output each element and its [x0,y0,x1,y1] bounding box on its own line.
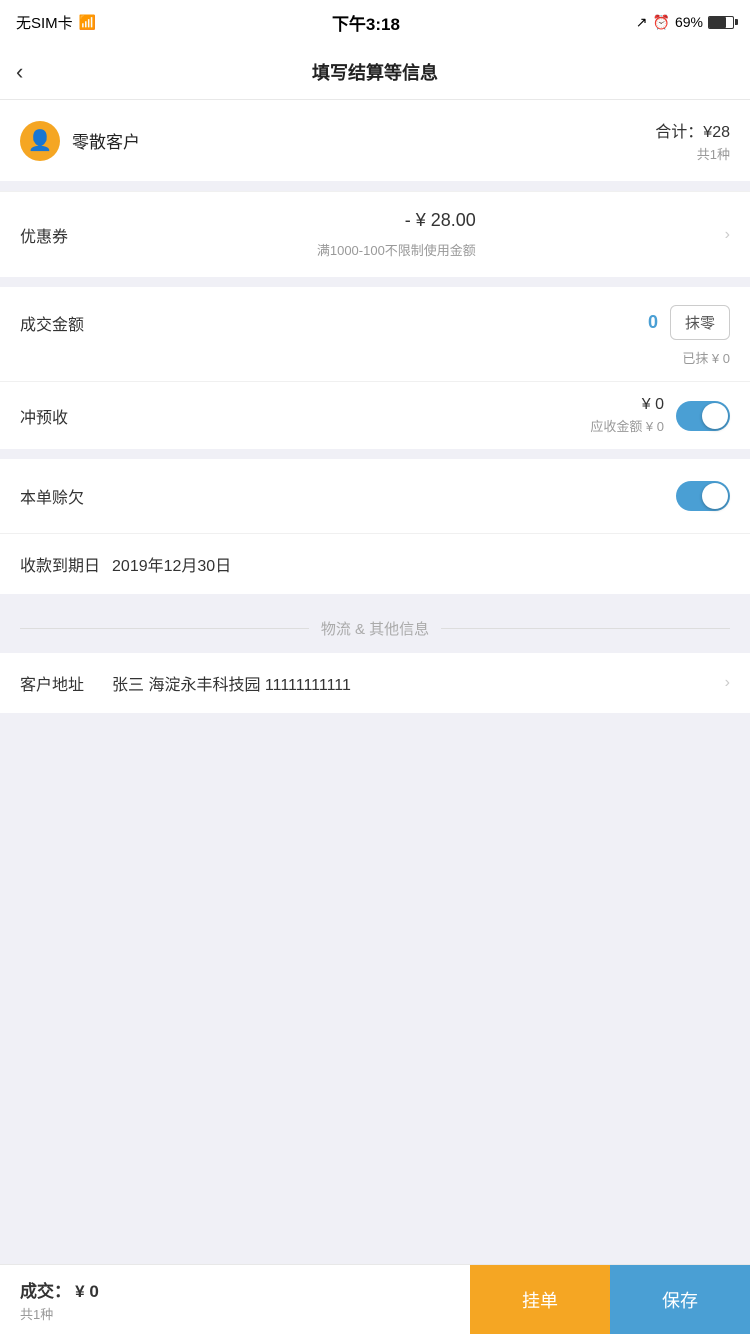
coupon-label: 优惠券 [20,223,68,247]
due-date-row: 收款到期日 2019年12月30日 [0,533,750,594]
logistics-header: 物流 & 其他信息 [0,604,750,653]
address-row[interactable]: 客户地址 张三 海淀永丰科技园 11111111111 › [0,653,750,713]
wifi-icon: 📶 [79,14,96,31]
customer-count: 共1种 [655,144,730,163]
nav-bar: ‹ 填写结算等信息 [0,44,750,100]
bottom-bar: 成交： ¥ 0 共1种 挂单 保存 [0,1264,750,1334]
page-title: 填写结算等信息 [312,59,438,85]
prepay-toggle[interactable] [676,401,730,431]
due-date-value: 2019年12月30日 [112,552,231,576]
battery-percent: 69% [675,14,703,30]
customer-left: 👤 零散客户 [20,121,140,161]
status-time: 下午3:18 [332,10,400,35]
coupon-right: - ¥ 28.00 满1000-100不限制使用金额 [317,210,476,259]
customer-name: 零散客户 [72,128,140,153]
status-left: 无SIM卡 📶 [16,12,96,33]
back-button[interactable]: ‹ [16,59,23,85]
customer-total: 合计：¥28 [655,118,730,142]
transaction-value: 0 [648,312,658,333]
already-deducted: 已抹 ¥ 0 [0,348,750,381]
status-right: ↗ ⏰ 69% [636,14,734,31]
transaction-row: 成交金额 0 抹零 [0,287,750,348]
prepay-amount: ¥ 0 [590,396,664,414]
address-label: 客户地址 [20,671,100,695]
avatar-icon: 👤 [28,128,53,153]
logistics-label: 物流 & 其他信息 [321,618,429,639]
content: 👤 零散客户 合计：¥28 共1种 优惠券 - ¥ 28.00 满1000-10… [0,100,750,803]
coupon-discount: - ¥ 28.00 [405,210,476,231]
customer-section: 👤 零散客户 合计：¥28 共1种 [0,100,750,181]
due-date-label: 收款到期日 [20,552,100,576]
coupon-row[interactable]: 优惠券 - ¥ 28.00 满1000-100不限制使用金额 › [0,191,750,277]
save-button[interactable]: 保存 [610,1265,750,1334]
deal-amount: ¥ 0 [75,1282,99,1301]
prepay-label: 冲预收 [20,404,68,428]
address-value: 张三 海淀永丰科技园 11111111111 [112,671,725,695]
debit-row: 本单赊欠 [0,459,750,533]
location-icon: ↗ [636,14,648,31]
debit-label: 本单赊欠 [20,484,84,508]
customer-avatar: 👤 [20,121,60,161]
prepay-receivable: 应收金额 ¥ 0 [590,416,664,435]
deal-label: 成交： [20,1282,71,1301]
prepay-right: ¥ 0 应收金额 ¥ 0 [590,396,730,435]
coupon-chevron-icon: › [725,226,730,244]
transaction-label: 成交金额 [20,311,84,335]
customer-row: 👤 零散客户 合计：¥28 共1种 [0,100,750,181]
address-section: 客户地址 张三 海淀永丰科技园 11111111111 › [0,653,750,713]
debit-toggle-knob [702,483,728,509]
battery-icon [708,16,734,29]
coupon-section: 优惠券 - ¥ 28.00 满1000-100不限制使用金额 › [0,191,750,277]
transaction-right: 0 抹零 [648,305,730,340]
prepay-row: 冲预收 ¥ 0 应收金额 ¥ 0 [0,381,750,449]
debit-toggle[interactable] [676,481,730,511]
bottom-deal: 成交： ¥ 0 [20,1277,450,1302]
coupon-desc: 满1000-100不限制使用金额 [317,240,476,259]
address-chevron-icon: › [725,674,730,692]
status-bar: 无SIM卡 📶 下午3:18 ↗ ⏰ 69% [0,0,750,44]
hold-button[interactable]: 挂单 [470,1265,610,1334]
alarm-icon: ⏰ [653,14,670,31]
bottom-info: 成交： ¥ 0 共1种 [0,1277,470,1323]
round-button[interactable]: 抹零 [670,305,730,340]
transaction-section: 成交金额 0 抹零 已抹 ¥ 0 冲预收 ¥ 0 应收金额 ¥ 0 [0,287,750,449]
carrier-text: 无SIM卡 [16,12,73,33]
customer-right: 合计：¥28 共1种 [655,118,730,163]
debit-section: 本单赊欠 收款到期日 2019年12月30日 [0,459,750,594]
prepay-amount-block: ¥ 0 应收金额 ¥ 0 [590,396,664,435]
toggle-knob [702,403,728,429]
bottom-count: 共1种 [20,1304,450,1323]
